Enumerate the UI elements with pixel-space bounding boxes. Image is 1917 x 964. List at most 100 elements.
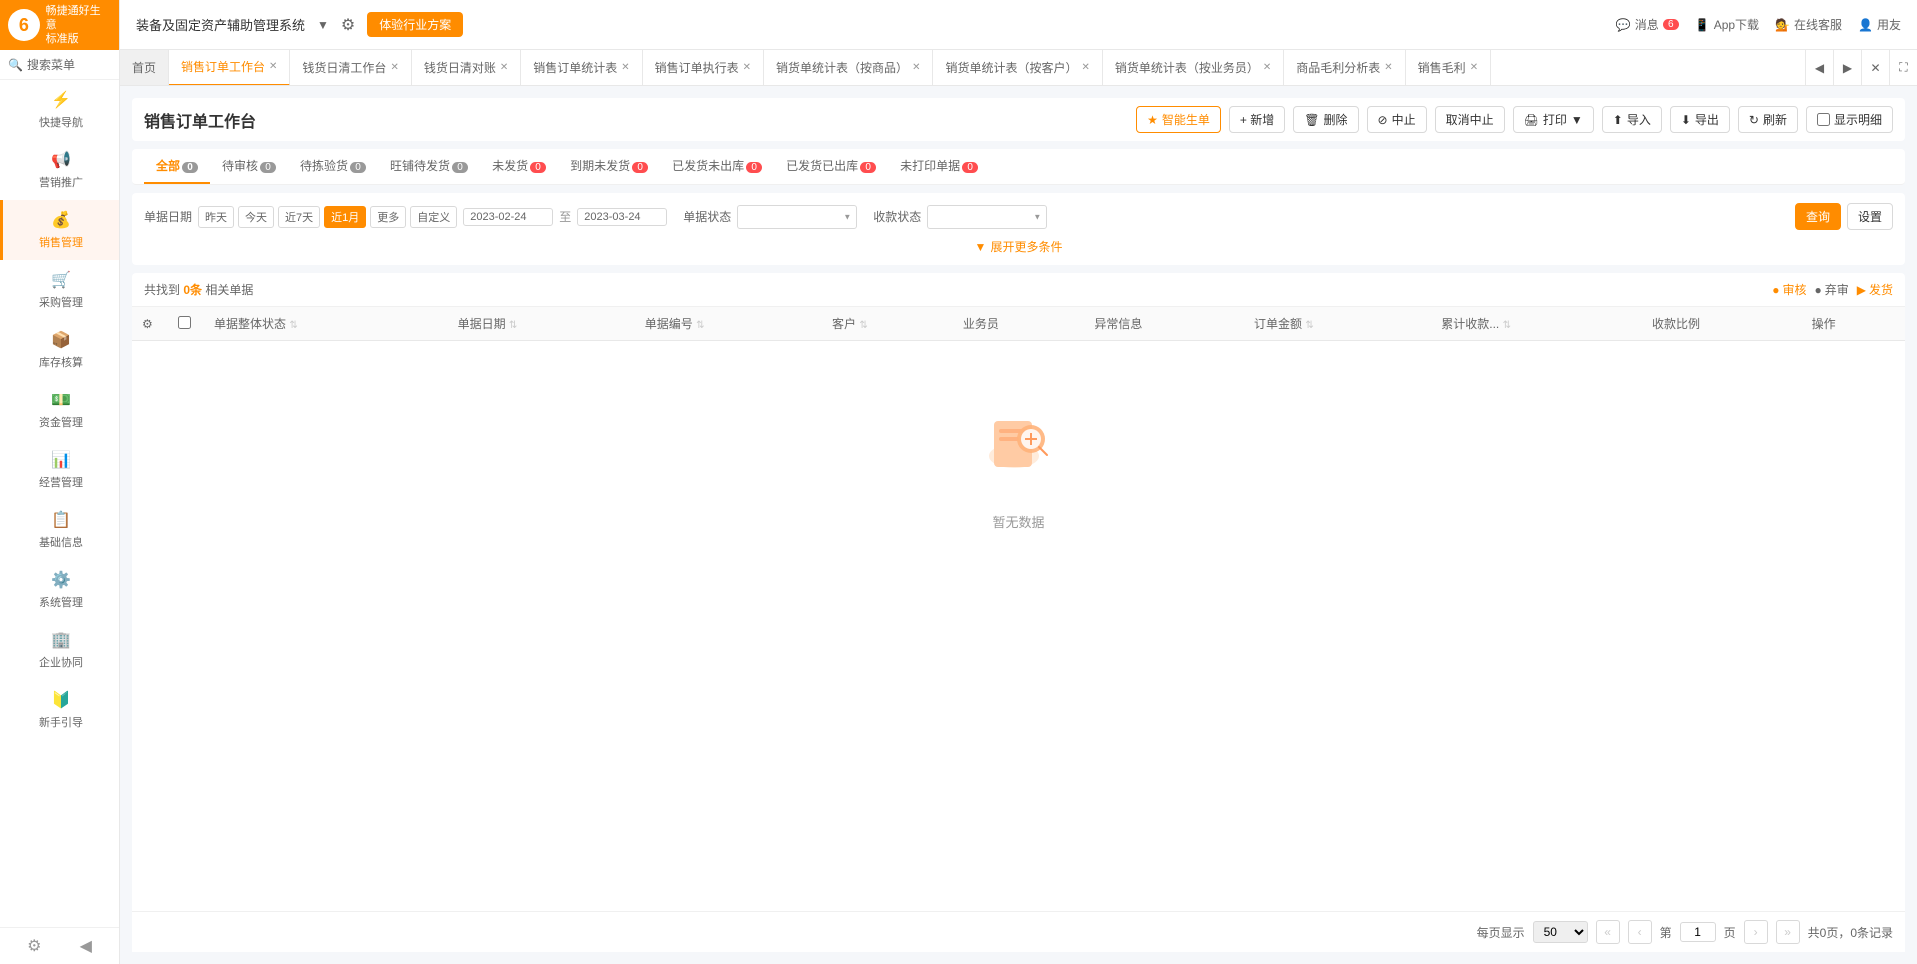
- topbar-dropdown[interactable]: ▼: [317, 18, 329, 32]
- tab-close-cash-daily[interactable]: ✕: [390, 62, 398, 73]
- settings-icon[interactable]: ⚙: [27, 936, 41, 956]
- sidebar-search[interactable]: 🔍 搜索菜单: [0, 50, 119, 80]
- payment-select[interactable]: [927, 205, 1047, 229]
- add-button[interactable]: + 新增: [1229, 106, 1285, 133]
- col-check[interactable]: [168, 307, 204, 341]
- sidebar-item-finance[interactable]: 💵资金管理: [0, 380, 119, 440]
- col-settings[interactable]: ⚙: [132, 307, 168, 341]
- col-amount-header[interactable]: 订单金额 ⇅: [1244, 307, 1431, 341]
- show-detail-checkbox[interactable]: 显示明细: [1806, 106, 1893, 133]
- tab-close-sales-exec[interactable]: ✕: [743, 62, 751, 73]
- filter-tab-not-printed[interactable]: 未打印单据0: [888, 149, 990, 184]
- topbar-settings-icon[interactable]: ⚙: [341, 15, 355, 35]
- filter-settings-button[interactable]: 设置: [1847, 203, 1893, 230]
- cancel-stop-button[interactable]: 取消中止: [1435, 106, 1505, 133]
- prev-page-button[interactable]: ‹: [1628, 920, 1652, 944]
- tab-cash-daily[interactable]: 钱货日清工作台✕: [290, 50, 411, 86]
- tab-close-sales-summary-salesman[interactable]: ✕: [1263, 62, 1271, 73]
- sidebar-item-guide[interactable]: 🔰新手引导: [0, 680, 119, 740]
- col-salesman-header[interactable]: 业务员: [953, 307, 1085, 341]
- filter-tab-wangpu-pending[interactable]: 旺铺待发货0: [378, 149, 480, 184]
- topbar-app-download[interactable]: 📱 App下载: [1695, 16, 1759, 33]
- tab-close-sales-order[interactable]: ✕: [269, 61, 277, 72]
- per-page-select[interactable]: 50 10 20 100: [1533, 921, 1588, 943]
- status-select[interactable]: [737, 205, 857, 229]
- next-page-button[interactable]: ›: [1744, 920, 1768, 944]
- tab-next-button[interactable]: ▶: [1833, 50, 1861, 86]
- tab-close-product-margin[interactable]: ✕: [1384, 62, 1392, 73]
- filter-tab-all[interactable]: 全部0: [144, 149, 210, 184]
- tab-close-sales-summary-product[interactable]: ✕: [912, 62, 920, 73]
- tab-fullscreen-button[interactable]: ⛶: [1889, 50, 1917, 86]
- date-btn-近1月[interactable]: 近1月: [324, 206, 366, 228]
- tab-close-cash-reconcile[interactable]: ✕: [500, 62, 508, 73]
- date-btn-近7天[interactable]: 近7天: [278, 206, 320, 228]
- select-all-checkbox[interactable]: [178, 316, 191, 329]
- col-number-header[interactable]: 单据编号 ⇅: [635, 307, 822, 341]
- col-date-header[interactable]: 单据日期 ⇅: [448, 307, 635, 341]
- tab-close-all-button[interactable]: ✕: [1861, 50, 1889, 86]
- filter-tab-pending-check[interactable]: 待拣验货0: [288, 149, 378, 184]
- first-page-button[interactable]: «: [1596, 920, 1620, 944]
- export-button[interactable]: ⬇ 导出: [1670, 106, 1730, 133]
- topbar-cta-button[interactable]: 体验行业方案: [367, 12, 463, 37]
- tab-product-margin[interactable]: 商品毛利分析表✕: [1284, 50, 1405, 86]
- date-btn-昨天[interactable]: 昨天: [198, 206, 234, 228]
- col-abnormal-header[interactable]: 异常信息: [1084, 307, 1244, 341]
- action-review-button[interactable]: ● 审核: [1772, 281, 1806, 298]
- topbar-online-service[interactable]: 💁 在线客服: [1775, 16, 1842, 33]
- import-button[interactable]: ⬆ 导入: [1602, 106, 1662, 133]
- sidebar-item-purchase[interactable]: 🛒采购管理: [0, 260, 119, 320]
- filter-tab-shipped-outbound[interactable]: 已发货已出库0: [774, 149, 888, 184]
- delete-button[interactable]: 🗑 删除: [1293, 106, 1358, 133]
- tab-sales-profit[interactable]: 销售毛利✕: [1406, 50, 1491, 86]
- date-btn-今天[interactable]: 今天: [238, 206, 274, 228]
- collapse-icon[interactable]: ◀: [80, 936, 92, 956]
- col-status-header[interactable]: 单据整体状态 ⇅: [204, 307, 448, 341]
- date-to-input[interactable]: [577, 208, 667, 226]
- action-unreviewed-button[interactable]: ● 弃审: [1814, 281, 1848, 298]
- action-ship-button[interactable]: ▶ 发货: [1857, 281, 1893, 298]
- sidebar-item-sales[interactable]: 💰销售管理: [0, 200, 119, 260]
- filter-tab-pending-review[interactable]: 待审核0: [210, 149, 288, 184]
- tab-sales-summary-product[interactable]: 销货单统计表（按商品）✕: [764, 50, 933, 86]
- date-btn-自定义[interactable]: 自定义: [410, 206, 457, 228]
- sidebar-item-operations[interactable]: 📊经营管理: [0, 440, 119, 500]
- topbar-user[interactable]: 👤 用友: [1858, 16, 1901, 33]
- tab-sales-summary-customer[interactable]: 销货单统计表（按客户）✕: [933, 50, 1102, 86]
- sidebar-item-basic-info[interactable]: 📋基础信息: [0, 500, 119, 560]
- tab-prev-button[interactable]: ◀: [1805, 50, 1833, 86]
- tab-close-sales-profit[interactable]: ✕: [1470, 62, 1478, 73]
- query-button[interactable]: 查询: [1795, 203, 1841, 230]
- sidebar-item-quick-nav[interactable]: ⚡快捷导航: [0, 80, 119, 140]
- last-page-button[interactable]: »: [1776, 920, 1800, 944]
- show-detail-check[interactable]: [1817, 113, 1830, 126]
- tab-home[interactable]: 首页: [120, 50, 169, 86]
- tab-sales-stat[interactable]: 销售订单统计表✕: [521, 50, 642, 86]
- sidebar-item-enterprise[interactable]: 🏢企业协同: [0, 620, 119, 680]
- smart-create-button[interactable]: ★ 智能生单: [1136, 106, 1221, 133]
- filter-tab-overdue-not-shipped[interactable]: 到期未发货0: [558, 149, 660, 184]
- tab-cash-reconcile[interactable]: 钱货日清对账✕: [412, 50, 521, 86]
- date-from-input[interactable]: [463, 208, 553, 226]
- refresh-button[interactable]: ↻ 刷新: [1738, 106, 1798, 133]
- tab-close-sales-stat[interactable]: ✕: [621, 62, 629, 73]
- page-input[interactable]: [1680, 922, 1716, 942]
- col-ratio-header[interactable]: 收款比例: [1642, 307, 1802, 341]
- filter-tab-not-shipped[interactable]: 未发货0: [480, 149, 558, 184]
- col-collected-header[interactable]: 累计收款... ⇅: [1431, 307, 1642, 341]
- tab-sales-exec[interactable]: 销售订单执行表✕: [643, 50, 764, 86]
- filter-tab-shipped-not-outbound[interactable]: 已发货未出库0: [660, 149, 774, 184]
- topbar-messages[interactable]: 💬 消息 6: [1616, 16, 1679, 33]
- col-customer-header[interactable]: 客户 ⇅: [822, 307, 953, 341]
- stop-button[interactable]: ⊘ 中止: [1367, 106, 1427, 133]
- print-button[interactable]: 🖨 打印 ▼: [1513, 106, 1594, 133]
- sidebar-item-system[interactable]: ⚙️系统管理: [0, 560, 119, 620]
- sidebar-item-marketing[interactable]: 📢营销推广: [0, 140, 119, 200]
- sidebar-item-inventory[interactable]: 📦库存核算: [0, 320, 119, 380]
- tab-sales-order[interactable]: 销售订单工作台✕: [169, 50, 290, 86]
- tab-close-sales-summary-customer[interactable]: ✕: [1081, 62, 1089, 73]
- tab-sales-summary-salesman[interactable]: 销货单统计表（按业务员）✕: [1103, 50, 1284, 86]
- date-btn-更多[interactable]: 更多: [370, 206, 406, 228]
- expand-filter-button[interactable]: ▼ 展开更多条件: [975, 238, 1063, 255]
